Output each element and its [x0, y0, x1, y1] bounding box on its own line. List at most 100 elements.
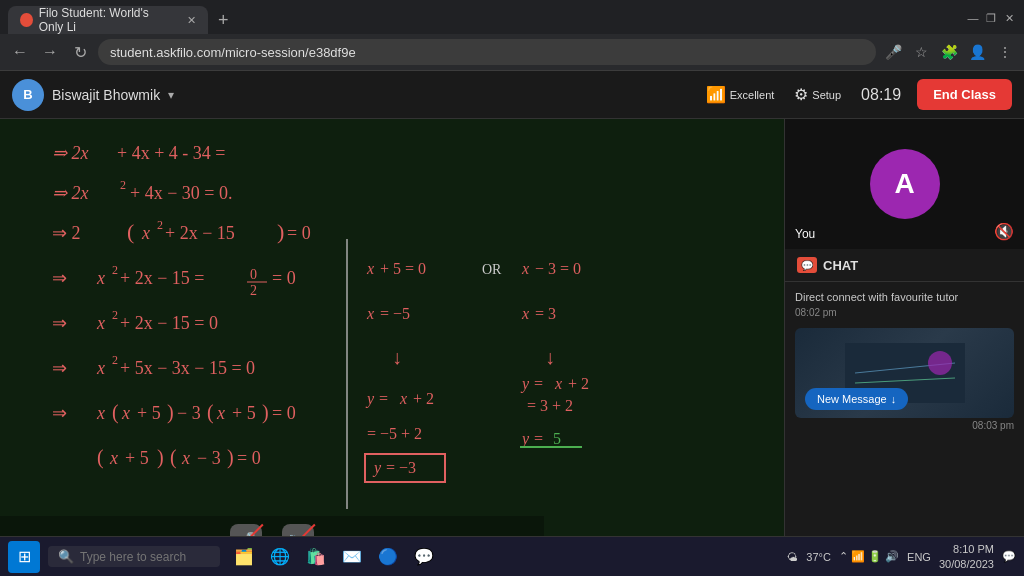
new-message-label: New Message — [817, 393, 887, 405]
avatar-letter: A — [894, 168, 914, 200]
start-button[interactable]: ⊞ — [8, 541, 40, 573]
back-btn[interactable]: ← — [8, 40, 32, 64]
maximize-btn[interactable]: ❐ — [984, 11, 998, 25]
svg-text:x: x — [181, 448, 190, 468]
svg-text:x: x — [121, 403, 130, 423]
svg-text:+ 5: + 5 — [137, 403, 161, 423]
taskbar-app-mail[interactable]: ✉️ — [336, 541, 368, 573]
close-btn[interactable]: ✕ — [1002, 11, 1016, 25]
taskbar-app-store[interactable]: 🛍️ — [300, 541, 332, 573]
signal-info: 📶 Excellent — [706, 85, 775, 104]
svg-text:x: x — [216, 403, 225, 423]
taskbar-apps: 🗂️ 🌐 🛍️ ✉️ 🔵 💬 — [228, 541, 440, 573]
svg-text:⇒ 2x: ⇒ 2x — [52, 143, 89, 163]
avatar: B — [12, 79, 44, 111]
svg-text:⇒  2x: ⇒ 2x — [52, 183, 89, 203]
svg-text:↓: ↓ — [545, 346, 555, 368]
search-icon: 🔍 — [58, 549, 74, 564]
svg-text:= 0: = 0 — [237, 448, 261, 468]
taskbar-datetime: 8:10 PM 30/08/2023 — [939, 542, 994, 571]
svg-text:0: 0 — [250, 267, 257, 282]
svg-text:): ) — [167, 401, 174, 424]
svg-text:− 3: − 3 — [197, 448, 221, 468]
svg-text:+ 5: + 5 — [232, 403, 256, 423]
weather-icon: 🌤 — [787, 551, 798, 563]
svg-text:= 3: = 3 — [535, 305, 556, 322]
chat-msg-time-2: 08:03 pm — [795, 420, 1014, 431]
svg-text:y: y — [520, 375, 530, 393]
svg-text:= 0: = 0 — [287, 223, 311, 243]
svg-text:↓: ↓ — [392, 346, 402, 368]
notifications-icon[interactable]: 💬 — [1002, 550, 1016, 563]
svg-point-82 — [928, 351, 952, 375]
right-panel: A You 🔇 💬 CHAT Direct connect with favou… — [784, 119, 1024, 576]
taskbar-app-chrome[interactable]: 🔵 — [372, 541, 404, 573]
whiteboard[interactable]: ⇒ 2x + 4x + 4 - 34 = ⇒ 2x 2 + 4x − 30 = … — [0, 119, 784, 576]
mic-off-icon[interactable]: 🔇 — [994, 222, 1014, 241]
svg-text:x: x — [521, 305, 529, 322]
svg-text:⇒: ⇒ — [52, 358, 67, 378]
end-class-button[interactable]: End Class — [917, 79, 1012, 110]
extensions-icon[interactable]: 🧩 — [938, 41, 960, 63]
svg-text:=: = — [379, 390, 388, 407]
wifi-icon: 📶 — [706, 85, 726, 104]
svg-text:2: 2 — [112, 353, 118, 367]
svg-text:⇒: ⇒ — [52, 313, 67, 333]
svg-text:− 3: − 3 — [177, 403, 201, 423]
svg-text:− 3 = 0: − 3 = 0 — [535, 260, 581, 277]
taskbar-app-files[interactable]: 🗂️ — [228, 541, 260, 573]
mic-browser-icon[interactable]: 🎤 — [882, 41, 904, 63]
taskbar-app-whatsapp[interactable]: 💬 — [408, 541, 440, 573]
svg-text:⇒: ⇒ — [52, 268, 67, 288]
minimize-btn[interactable]: — — [966, 11, 980, 25]
tab-close-btn[interactable]: ✕ — [187, 14, 196, 27]
temperature: 37°C — [806, 551, 831, 563]
url-input[interactable] — [98, 39, 876, 65]
clock-time: 8:10 PM — [939, 542, 994, 556]
chat-msg-text-1: Direct connect with favourite tutor — [795, 290, 1014, 305]
svg-text:+ 2x − 15 =: + 2x − 15 = — [120, 268, 204, 288]
taskbar-app-edge[interactable]: 🌐 — [264, 541, 296, 573]
taskbar-search-box[interactable]: 🔍 — [48, 546, 220, 567]
svg-text:2: 2 — [120, 178, 126, 192]
window-controls: — ❐ ✕ — [966, 11, 1016, 29]
refresh-btn[interactable]: ↻ — [68, 40, 92, 64]
svg-text:2: 2 — [112, 308, 118, 322]
active-tab[interactable]: Filo Student: World's Only Li ✕ — [8, 6, 208, 34]
svg-text:2: 2 — [112, 263, 118, 277]
bookmark-icon[interactable]: ☆ — [910, 41, 932, 63]
new-tab-btn[interactable]: + — [212, 10, 235, 31]
setup-label: Setup — [812, 89, 841, 101]
math-canvas: ⇒ 2x + 4x + 4 - 34 = ⇒ 2x 2 + 4x − 30 = … — [0, 119, 784, 576]
svg-text:x: x — [96, 403, 105, 423]
svg-text:5: 5 — [553, 430, 561, 447]
profile-icon[interactable]: 👤 — [966, 41, 988, 63]
svg-text:+ 5: + 5 — [125, 448, 149, 468]
search-input[interactable] — [80, 550, 210, 564]
you-label: You — [795, 227, 815, 241]
clock-date: 30/08/2023 — [939, 557, 994, 571]
svg-text:x: x — [109, 448, 118, 468]
svg-text:+ 2: + 2 — [413, 390, 434, 407]
setup-btn[interactable]: ⚙ Setup — [794, 85, 841, 104]
new-message-btn[interactable]: New Message ↓ — [805, 388, 908, 410]
user-dropdown-btn[interactable]: ▾ — [168, 88, 174, 102]
system-icons: ⌃ 📶 🔋 🔊 — [839, 550, 899, 563]
user-info: B Biswajit Bhowmik ▾ — [12, 79, 174, 111]
svg-text:2: 2 — [157, 218, 163, 232]
svg-text:OR: OR — [482, 262, 502, 277]
svg-text:): ) — [262, 401, 269, 424]
user-video-avatar: A — [870, 149, 940, 219]
user-name: Biswajit Bhowmik — [52, 87, 160, 103]
svg-text:(: ( — [127, 219, 134, 244]
chat-icon: 💬 — [797, 257, 817, 273]
svg-text:⇒: ⇒ — [52, 403, 67, 423]
app-header: B Biswajit Bhowmik ▾ 📶 Excellent ⚙ Setup… — [0, 71, 1024, 119]
menu-icon[interactable]: ⋮ — [994, 41, 1016, 63]
svg-text:=: = — [534, 375, 543, 392]
forward-btn[interactable]: → — [38, 40, 62, 64]
svg-text:x: x — [96, 268, 105, 288]
gear-icon: ⚙ — [794, 85, 808, 104]
svg-text:= 0: = 0 — [272, 268, 296, 288]
svg-text:x: x — [366, 305, 374, 322]
